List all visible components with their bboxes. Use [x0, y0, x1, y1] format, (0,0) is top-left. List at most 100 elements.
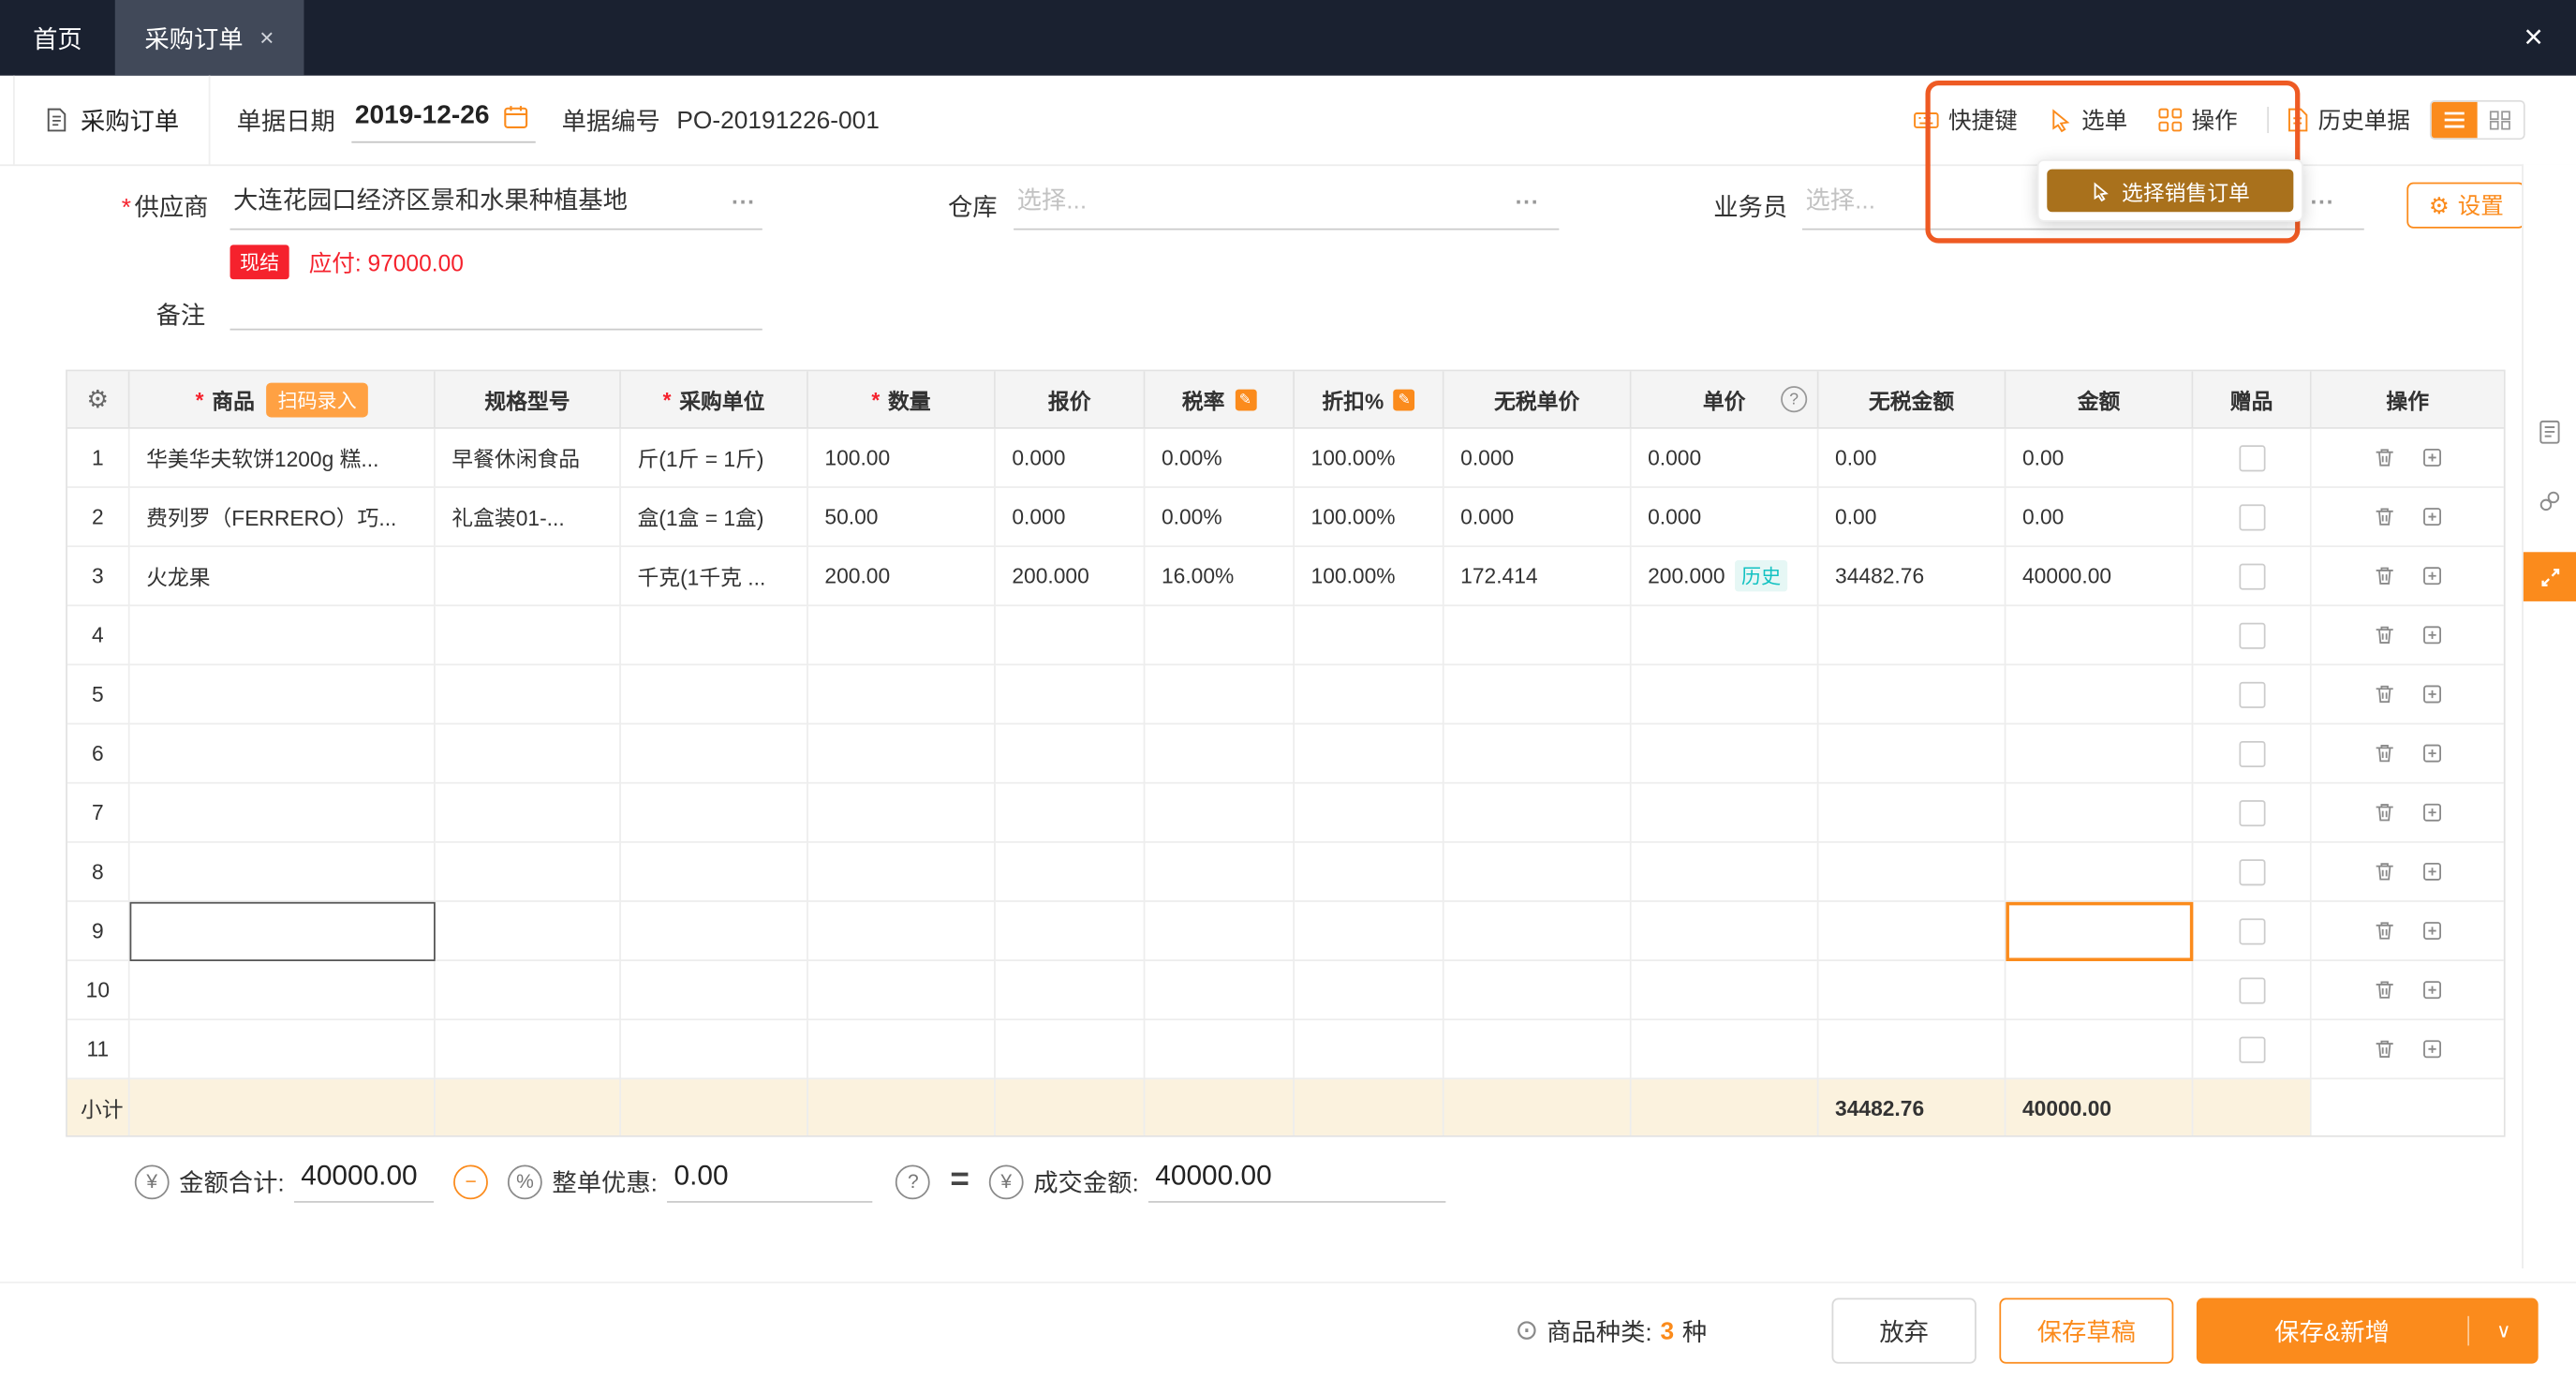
cell-qty[interactable] — [807, 960, 996, 1021]
cell-price[interactable] — [1631, 901, 1819, 961]
cell-spec[interactable]: 早餐休闲食品 — [435, 428, 621, 488]
cell-no_tax_price[interactable] — [1443, 665, 1632, 725]
cell-no_tax_amount[interactable]: 0.00 — [1818, 487, 2006, 548]
cell-quote[interactable] — [995, 665, 1146, 725]
remark-input[interactable] — [229, 288, 762, 331]
cell-no_tax_price[interactable]: 172.414 — [1443, 547, 1632, 607]
add-copy-row-icon[interactable] — [2420, 1037, 2444, 1061]
help-icon[interactable]: ? — [1781, 386, 1808, 413]
cell-no_tax_amount[interactable] — [1818, 783, 2006, 843]
cell-unit[interactable]: 斤(1斤 = 1斤) — [620, 428, 808, 488]
cell-amount[interactable] — [2006, 665, 2194, 725]
warehouse-picker-button[interactable]: ... — [1516, 183, 1540, 209]
cell-quote[interactable] — [995, 901, 1146, 961]
gift-checkbox[interactable] — [2238, 858, 2265, 885]
cell-spec[interactable] — [435, 783, 621, 843]
cell-no_tax_price[interactable] — [1443, 606, 1632, 666]
cell-qty[interactable] — [807, 724, 996, 784]
cell-amount[interactable] — [2006, 960, 2194, 1021]
cell-qty[interactable]: 200.00 — [807, 547, 996, 607]
cell-no_tax_price[interactable] — [1443, 901, 1632, 961]
cell-product[interactable] — [129, 665, 436, 725]
gear-icon[interactable]: ⚙ — [87, 384, 110, 414]
cell-discount[interactable] — [1295, 842, 1444, 902]
cell-no_tax_amount[interactable] — [1818, 842, 2006, 902]
save-and-new-button[interactable]: 保存&新增 ∨ — [2196, 1297, 2539, 1364]
cell-spec[interactable] — [435, 842, 621, 902]
cell-spec[interactable] — [435, 960, 621, 1021]
gift-checkbox[interactable] — [2238, 562, 2265, 589]
delete-row-icon[interactable] — [2372, 741, 2396, 765]
cell-product[interactable] — [129, 901, 436, 961]
cell-no_tax_amount[interactable] — [1818, 901, 2006, 961]
cell-no_tax_amount[interactable] — [1818, 1020, 2006, 1080]
cell-tax[interactable] — [1145, 724, 1295, 784]
history-docs-button[interactable]: 历史单据 — [2286, 103, 2410, 136]
cell-amount[interactable]: 0.00 — [2006, 487, 2194, 548]
gift-checkbox[interactable] — [2238, 444, 2265, 471]
cell-no_tax_amount[interactable] — [1818, 606, 2006, 666]
cell-amount[interactable] — [2006, 901, 2194, 961]
cell-discount[interactable] — [1295, 783, 1444, 843]
add-copy-row-icon[interactable] — [2420, 445, 2444, 469]
cell-unit[interactable] — [620, 665, 808, 725]
cell-discount[interactable]: 100.00% — [1295, 487, 1444, 548]
add-copy-row-icon[interactable] — [2420, 564, 2444, 588]
notes-panel-icon[interactable] — [2537, 419, 2563, 445]
cell-qty[interactable] — [807, 606, 996, 666]
cell-discount[interactable] — [1295, 901, 1444, 961]
cell-discount[interactable] — [1295, 665, 1444, 725]
gift-checkbox[interactable] — [2238, 680, 2265, 708]
cell-unit[interactable]: 千克(1千克 ... — [620, 547, 808, 607]
cell-tax[interactable] — [1145, 783, 1295, 843]
cell-spec[interactable] — [435, 606, 621, 666]
cell-no_tax_price[interactable] — [1443, 724, 1632, 784]
supplier-picker-button[interactable]: ... — [732, 183, 756, 209]
cell-quote[interactable]: 200.000 — [995, 547, 1146, 607]
add-copy-row-icon[interactable] — [2420, 741, 2444, 765]
cell-discount[interactable] — [1295, 606, 1444, 666]
salesman-picker-button[interactable]: ... — [2310, 183, 2334, 209]
cell-quote[interactable]: 0.000 — [995, 428, 1146, 488]
gift-checkbox[interactable] — [2238, 740, 2265, 767]
cell-price[interactable] — [1631, 842, 1819, 902]
add-copy-row-icon[interactable] — [2420, 978, 2444, 1002]
abandon-button[interactable]: 放弃 — [1831, 1297, 1976, 1364]
cell-no_tax_amount[interactable]: 34482.76 — [1818, 547, 2006, 607]
help-circle-icon[interactable]: ? — [896, 1164, 931, 1199]
cell-price[interactable] — [1631, 665, 1819, 725]
gift-checkbox[interactable] — [2238, 917, 2265, 944]
cell-qty[interactable] — [807, 842, 996, 902]
cell-unit[interactable] — [620, 606, 808, 666]
cell-no_tax_amount[interactable] — [1818, 665, 2006, 725]
link-panel-icon[interactable] — [2537, 488, 2563, 514]
cell-qty[interactable]: 50.00 — [807, 487, 996, 548]
doc-subtab-purchase-order[interactable]: 采购订单 — [13, 75, 211, 165]
calendar-icon[interactable] — [502, 103, 528, 129]
cell-quote[interactable] — [995, 724, 1146, 784]
cell-qty[interactable] — [807, 1020, 996, 1080]
cell-tax[interactable] — [1145, 606, 1295, 666]
cell-product[interactable] — [129, 606, 436, 666]
cell-no_tax_amount[interactable]: 0.00 — [1818, 428, 2006, 488]
cell-unit[interactable] — [620, 960, 808, 1021]
add-copy-row-icon[interactable] — [2420, 682, 2444, 706]
cell-price[interactable] — [1631, 724, 1819, 784]
cell-tax[interactable] — [1145, 901, 1295, 961]
cell-quote[interactable] — [995, 960, 1146, 1021]
chevron-down-icon[interactable]: ∨ — [2469, 1319, 2539, 1342]
cell-no_tax_amount[interactable] — [1818, 724, 2006, 784]
cell-qty[interactable]: 100.00 — [807, 428, 996, 488]
cell-discount[interactable] — [1295, 1020, 1444, 1080]
cell-no_tax_price[interactable] — [1443, 1020, 1632, 1080]
cell-tax[interactable] — [1145, 1020, 1295, 1080]
cell-tax[interactable] — [1145, 842, 1295, 902]
cell-spec[interactable] — [435, 665, 621, 725]
cell-product[interactable]: 火龙果 — [129, 547, 436, 607]
settings-button[interactable]: ⚙ 设置 — [2407, 182, 2525, 229]
cell-price[interactable]: 200.000 历史 — [1631, 547, 1819, 607]
date-input[interactable]: 2019-12-26 — [351, 97, 536, 142]
cell-quote[interactable] — [995, 783, 1146, 843]
cell-product[interactable] — [129, 783, 436, 843]
cell-amount[interactable] — [2006, 842, 2194, 902]
